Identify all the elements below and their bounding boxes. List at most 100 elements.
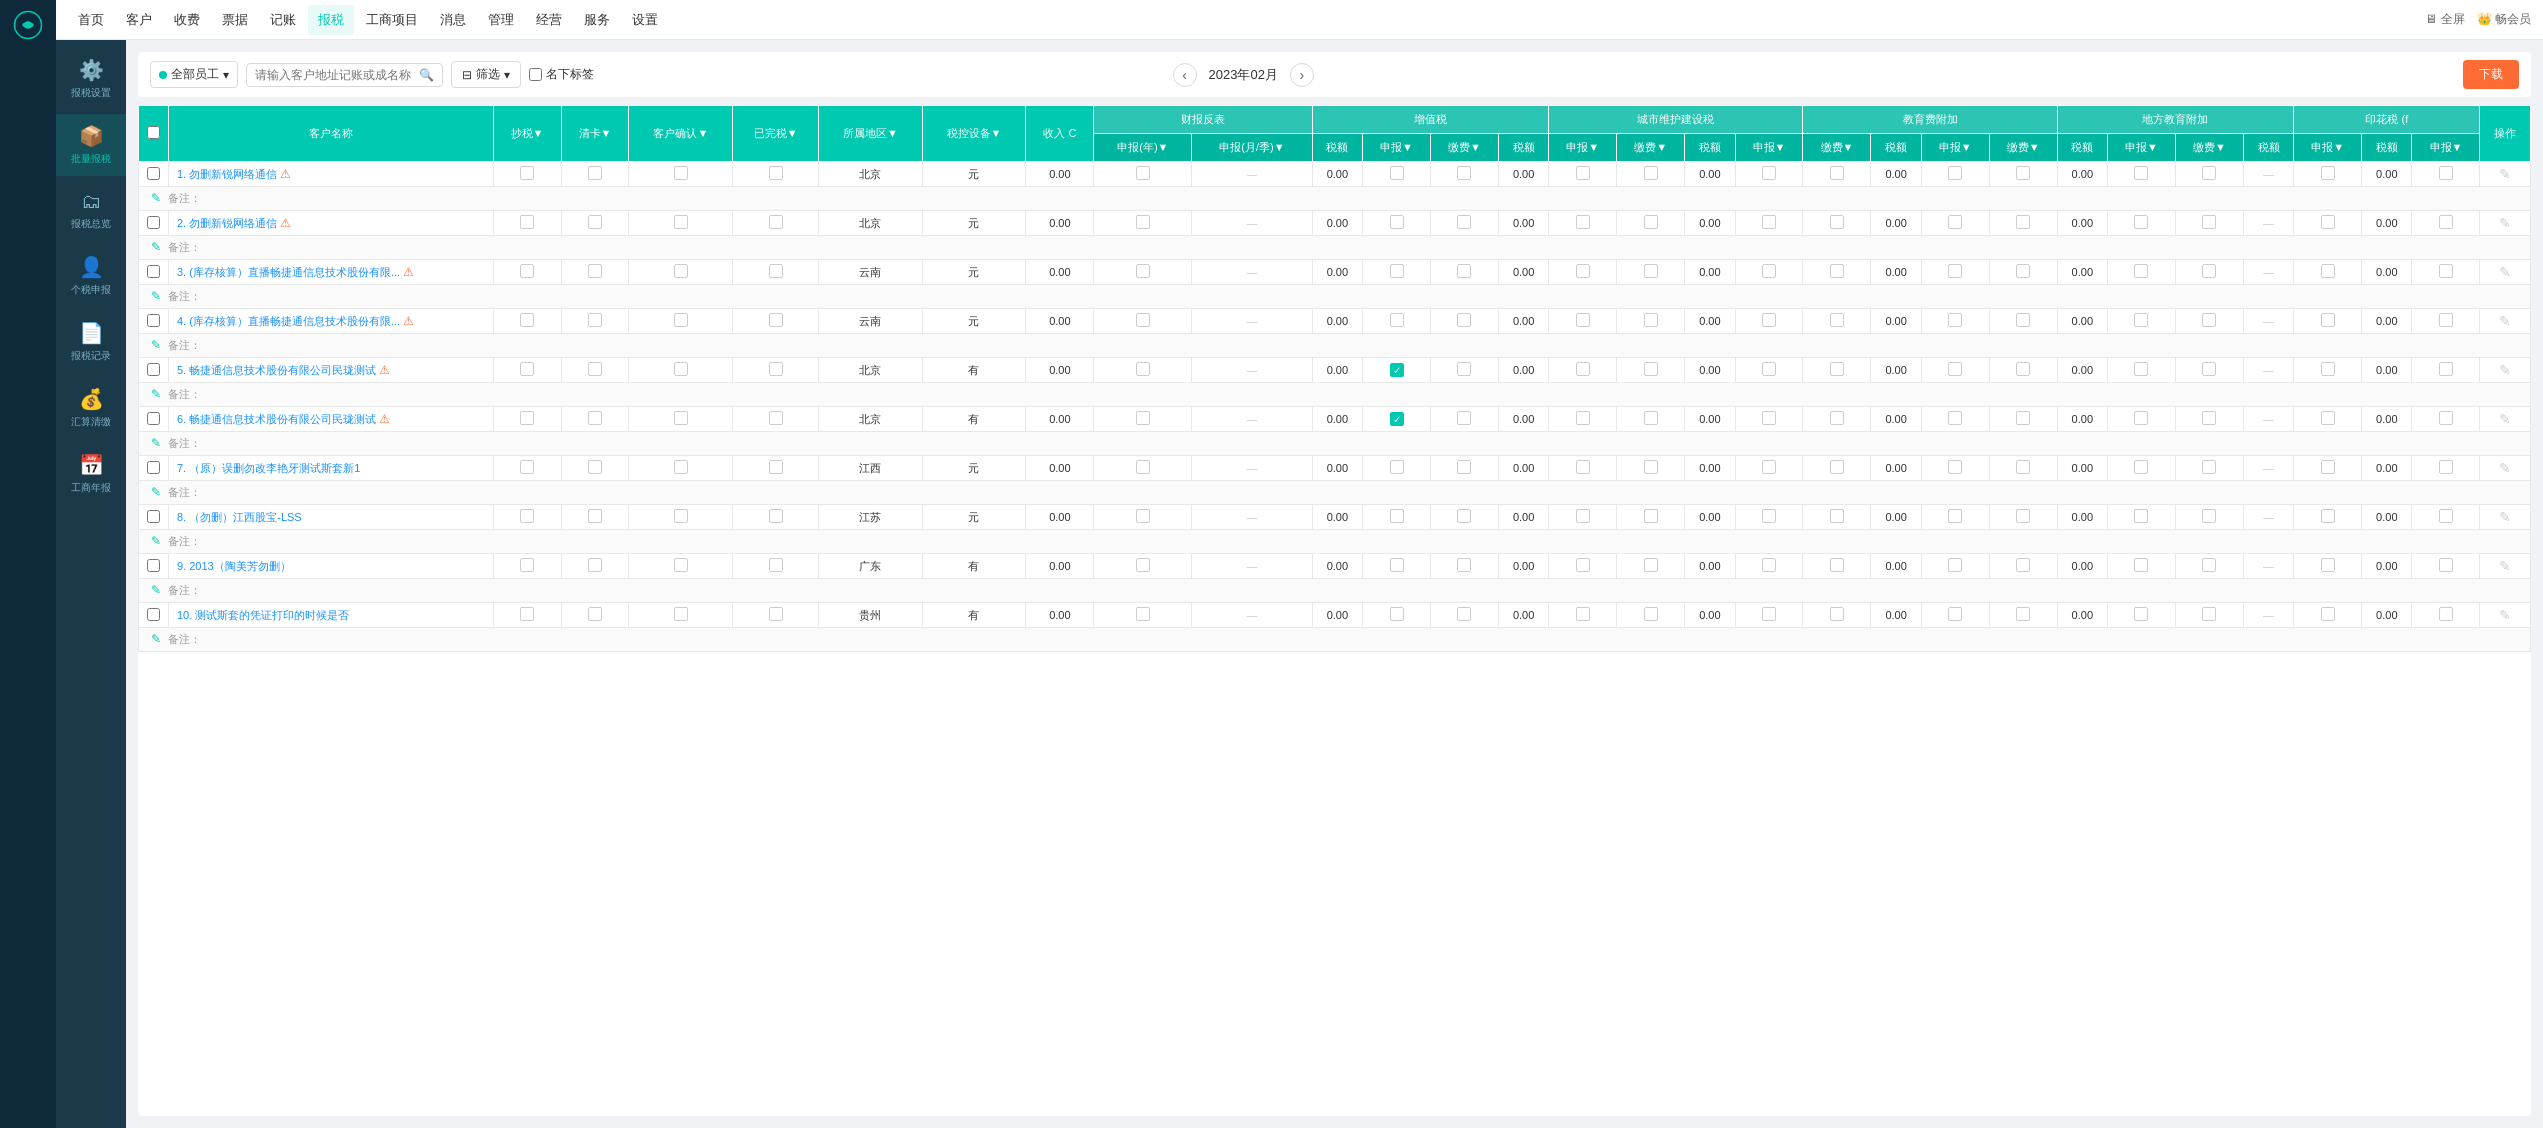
th-report-year[interactable]: 申报(年)▼ <box>1094 134 1192 162</box>
edu-declare[interactable] <box>1921 358 1989 383</box>
name-tag-checkbox[interactable] <box>529 68 542 81</box>
client-confirm[interactable] <box>629 162 733 187</box>
nav-client[interactable]: 客户 <box>116 5 162 35</box>
report-year[interactable] <box>1094 407 1192 432</box>
client-confirm[interactable] <box>629 603 733 628</box>
copy-tax[interactable] <box>493 211 561 236</box>
sub-sidebar-personal-tax[interactable]: 👤 个税申报 <box>56 245 126 307</box>
operation[interactable]: ✎ <box>2480 407 2531 432</box>
paid-tax[interactable] <box>733 554 819 579</box>
vat-declare[interactable]: ✓ <box>1363 407 1431 432</box>
row-checkbox[interactable] <box>147 559 160 572</box>
report-year[interactable] <box>1094 358 1192 383</box>
clear-card[interactable] <box>561 407 629 432</box>
paid-tax[interactable] <box>733 260 819 285</box>
edu-declare[interactable] <box>1921 211 1989 236</box>
vat-pay[interactable] <box>1431 505 1499 530</box>
urban-declare2[interactable] <box>1735 211 1803 236</box>
operation[interactable]: ✎ <box>2480 554 2531 579</box>
client-confirm[interactable] <box>629 211 733 236</box>
th-local-pay[interactable]: 缴费▼ <box>2175 134 2243 162</box>
urban-pay[interactable] <box>1617 162 1685 187</box>
client-confirm[interactable] <box>629 358 733 383</box>
vat-declare[interactable] <box>1363 456 1431 481</box>
client-name[interactable]: 7. （原）误删勿改李艳牙测试斯套新1 <box>169 456 494 481</box>
copy-tax[interactable] <box>493 309 561 334</box>
edu-pay[interactable] <box>1803 603 1871 628</box>
select-all-checkbox[interactable] <box>147 126 160 139</box>
vat-pay[interactable] <box>1431 162 1499 187</box>
stamp-declare[interactable] <box>2294 260 2362 285</box>
edu-pay[interactable] <box>1803 309 1871 334</box>
client-name[interactable]: 6. 畅捷通信息技术股份有限公司民珑测试 ⚠ <box>169 407 494 432</box>
urban-declare2[interactable] <box>1735 407 1803 432</box>
vat-pay[interactable] <box>1431 603 1499 628</box>
local-pay[interactable] <box>2175 407 2243 432</box>
urban-pay[interactable] <box>1617 211 1685 236</box>
client-confirm[interactable] <box>629 456 733 481</box>
local-pay[interactable] <box>2175 358 2243 383</box>
stamp-declare[interactable] <box>2294 162 2362 187</box>
edit-icon[interactable]: ✎ <box>2499 460 2511 476</box>
client-name[interactable]: 3. (库存核算）直播畅捷通信息技术股份有限... ⚠ <box>169 260 494 285</box>
edit-icon[interactable]: ✎ <box>2499 509 2511 525</box>
edu-pay[interactable] <box>1803 407 1871 432</box>
vat-declare[interactable] <box>1363 260 1431 285</box>
edit-icon[interactable]: ✎ <box>2499 313 2511 329</box>
operation[interactable]: ✎ <box>2480 603 2531 628</box>
edu-pay2[interactable] <box>1989 211 2057 236</box>
filter-button[interactable]: ⊟ 筛选 ▾ <box>451 61 521 88</box>
th-urban-declare[interactable]: 申报▼ <box>1549 134 1617 162</box>
copy-tax[interactable] <box>493 260 561 285</box>
row-select[interactable] <box>139 554 169 579</box>
vat-declare[interactable] <box>1363 162 1431 187</box>
fullscreen-btn[interactable]: 🖥 全屏 <box>2425 11 2464 28</box>
client-confirm[interactable] <box>629 309 733 334</box>
urban-declare2[interactable] <box>1735 505 1803 530</box>
local-pay[interactable] <box>2175 309 2243 334</box>
stamp-declare[interactable] <box>2294 505 2362 530</box>
urban-declare[interactable] <box>1549 456 1617 481</box>
edu-pay2[interactable] <box>1989 358 2057 383</box>
stamp-declare[interactable] <box>2294 407 2362 432</box>
edit-icon[interactable]: ✎ <box>2499 166 2511 182</box>
copy-tax[interactable] <box>493 162 561 187</box>
vat-declare[interactable] <box>1363 211 1431 236</box>
row-checkbox[interactable] <box>147 608 160 621</box>
urban-declare[interactable] <box>1549 162 1617 187</box>
urban-declare[interactable] <box>1549 260 1617 285</box>
vip-btn[interactable]: 👑 畅会员 <box>2477 11 2531 28</box>
th-edu-declare[interactable]: 申报▼ <box>1921 134 1989 162</box>
th-edu-pay[interactable]: 缴费▼ <box>1803 134 1871 162</box>
stamp-declare2[interactable] <box>2412 407 2480 432</box>
operation[interactable]: ✎ <box>2480 358 2531 383</box>
client-name[interactable]: 4. (库存核算）直播畅捷通信息技术股份有限... ⚠ <box>169 309 494 334</box>
nav-bookkeeping[interactable]: 记账 <box>260 5 306 35</box>
report-year[interactable] <box>1094 309 1192 334</box>
row-select[interactable] <box>139 456 169 481</box>
row-checkbox[interactable] <box>147 265 160 278</box>
urban-pay[interactable] <box>1617 309 1685 334</box>
urban-declare[interactable] <box>1549 309 1617 334</box>
edit-icon[interactable]: ✎ <box>2499 607 2511 623</box>
download-button[interactable]: 下载 <box>2463 60 2519 89</box>
th-edu-pay2[interactable]: 缴费▼ <box>1989 134 2057 162</box>
sub-sidebar-tax-record[interactable]: 📄 报税记录 <box>56 311 126 373</box>
search-box[interactable]: 🔍 <box>246 63 443 87</box>
clear-card[interactable] <box>561 260 629 285</box>
local-pay[interactable] <box>2175 211 2243 236</box>
data-table-wrapper[interactable]: 客户名称 抄税▼ 清卡▼ 客户确认▼ 已完税▼ 所属地区▼ 税控设备▼ 收入 C… <box>138 105 2531 1116</box>
copy-tax[interactable] <box>493 407 561 432</box>
urban-declare2[interactable] <box>1735 456 1803 481</box>
client-name[interactable]: 9. 2013（陶美芳勿删） <box>169 554 494 579</box>
client-name[interactable]: 2. 勿删新锐网络通信 ⚠ <box>169 211 494 236</box>
nav-service[interactable]: 服务 <box>574 5 620 35</box>
report-year[interactable] <box>1094 505 1192 530</box>
local-declare[interactable] <box>2107 260 2175 285</box>
th-stamp-declare[interactable]: 申报▼ <box>2294 134 2362 162</box>
copy-tax[interactable] <box>493 554 561 579</box>
edu-pay2[interactable] <box>1989 162 2057 187</box>
client-name[interactable]: 1. 勿删新锐网络通信 ⚠ <box>169 162 494 187</box>
paid-tax[interactable] <box>733 309 819 334</box>
paid-tax[interactable] <box>733 358 819 383</box>
